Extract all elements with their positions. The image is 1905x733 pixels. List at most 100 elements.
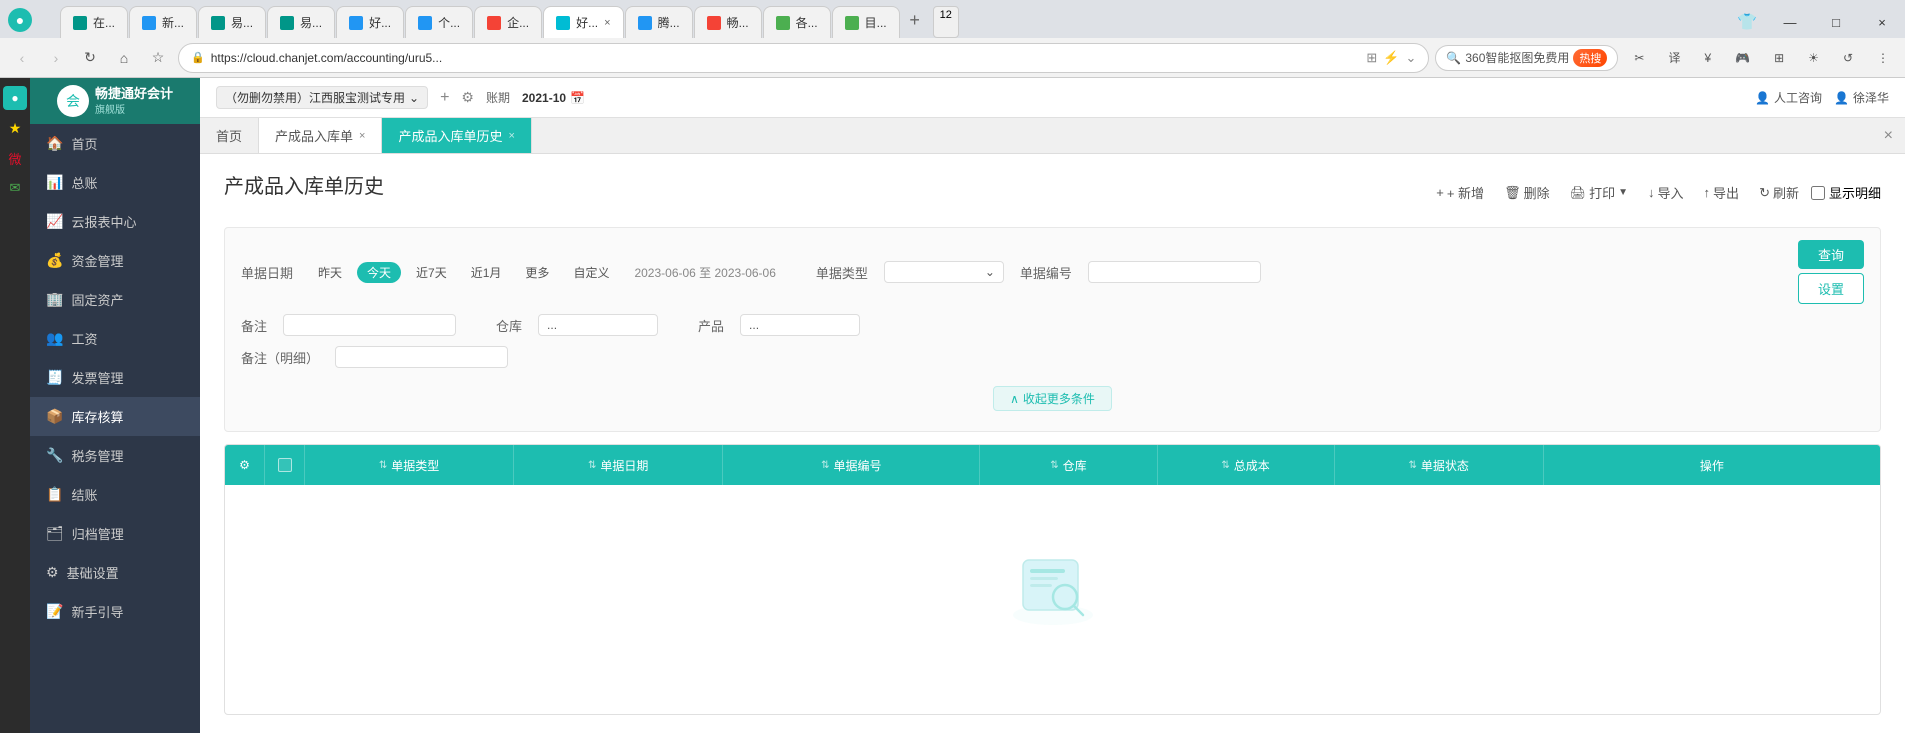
nav-item-guide[interactable]: 📝 新手引导 — [30, 592, 200, 631]
nav-item-assets[interactable]: 🏢 固定资产 — [30, 280, 200, 319]
tab-3[interactable]: 易... — [198, 6, 266, 38]
date-7days-btn[interactable]: 近7天 — [407, 261, 456, 284]
product-select[interactable]: ... — [740, 314, 860, 336]
nav-item-reports[interactable]: 📈 云报表中心 — [30, 202, 200, 241]
collapse-filter-btn[interactable]: ∧ 收起更多条件 — [993, 386, 1112, 411]
add-btn[interactable]: + + 新增 — [1428, 180, 1492, 205]
more-btn[interactable]: ⋮ — [1869, 49, 1897, 67]
doc-type-select[interactable]: ⌄ — [884, 261, 1004, 283]
show-fields-checkbox[interactable] — [1811, 186, 1825, 200]
maximize-button[interactable]: □ — [1813, 6, 1859, 38]
icon-sidebar-mail[interactable]: ✉ — [3, 176, 27, 200]
th-warehouse[interactable]: ⇅ 仓库 — [980, 445, 1157, 485]
tab-4[interactable]: 易... — [267, 6, 335, 38]
export-btn[interactable]: ↑ 导出 — [1696, 180, 1748, 205]
setting-button[interactable]: 设置 — [1798, 273, 1864, 304]
url-dropdown-icon[interactable]: ⌄ — [1406, 50, 1417, 66]
company-selector[interactable]: （勿删勿禁用）江西服宝测试专用 ⌄ — [216, 86, 428, 109]
date-today-btn[interactable]: 今天 — [357, 262, 401, 283]
date-month-btn[interactable]: 近1月 — [462, 261, 511, 284]
breadcrumb-tab1-close[interactable]: × — [359, 130, 365, 142]
th-doc-date[interactable]: ⇅ 单据日期 — [514, 445, 723, 485]
tab-10[interactable]: 畅... — [694, 6, 762, 38]
breadcrumb-tab-1[interactable]: 产成品入库单 × — [259, 118, 382, 153]
tab-12[interactable]: 目... — [832, 6, 900, 38]
detail-remark-input[interactable] — [335, 346, 508, 368]
date-custom-btn[interactable]: 自定义 — [564, 261, 618, 284]
print-btn[interactable]: 🖨 打印 ▼ — [1562, 180, 1636, 205]
nav-item-inventory[interactable]: 📦 库存核算 — [30, 397, 200, 436]
empty-illustration — [1003, 545, 1103, 654]
undo-btn[interactable]: ↺ — [1835, 49, 1861, 67]
nav-item-ledger[interactable]: 📊 总账 — [30, 163, 200, 202]
yuan-btn[interactable]: ¥ — [1696, 49, 1719, 67]
th-gear[interactable]: ⚙ — [225, 445, 265, 485]
sun-btn[interactable]: ☀ — [1800, 49, 1827, 67]
game-btn[interactable]: 🎮 — [1727, 49, 1758, 67]
nav-item-close-period[interactable]: 📋 结账 — [30, 475, 200, 514]
nav-item-tax[interactable]: 🔧 税务管理 — [30, 436, 200, 475]
table-header: ⚙ ⇅ 单据类型 ⇅ 单据日期 ⇅ 单据编号 — [225, 445, 1880, 485]
translate-btn[interactable]: 译 — [1660, 47, 1688, 68]
tab-11[interactable]: 各... — [763, 6, 831, 38]
doc-no-input[interactable] — [1088, 261, 1261, 283]
breadcrumb-tab-2[interactable]: 产成品入库单历史 × — [382, 118, 531, 153]
filter-row-3: 备注（明细） — [241, 346, 1864, 368]
add-company-btn[interactable]: + — [440, 89, 449, 107]
nav-item-funds[interactable]: 💰 资金管理 — [30, 241, 200, 280]
warehouse-select[interactable]: ... — [538, 314, 658, 336]
th-doc-status[interactable]: ⇅ 单据状态 — [1335, 445, 1544, 485]
select-all-checkbox[interactable] — [278, 458, 292, 472]
url-bar[interactable]: 🔒 https://cloud.chanjet.com/accounting/u… — [178, 43, 1429, 73]
tab-6[interactable]: 个... — [405, 6, 473, 38]
date-more-btn[interactable]: 更多 — [516, 261, 558, 284]
home-button[interactable]: ⌂ — [110, 44, 138, 72]
nav-item-home[interactable]: 🏠 首页 — [30, 124, 200, 163]
scissor-btn[interactable]: ✂ — [1626, 49, 1652, 67]
search-box[interactable]: 🔍 360智能抠图免费用 热搜 — [1435, 45, 1618, 71]
nav-item-invoice[interactable]: 🧾 发票管理 — [30, 358, 200, 397]
tab-7[interactable]: 企... — [474, 6, 542, 38]
breadcrumb-tab2-close[interactable]: × — [508, 130, 514, 142]
delete-btn[interactable]: 🗑 删除 — [1496, 180, 1558, 205]
bookmark-button[interactable]: ☆ — [144, 44, 172, 72]
minimize-button[interactable]: — — [1767, 6, 1813, 38]
th-checkbox[interactable] — [265, 445, 305, 485]
show-fields-toggle[interactable]: 显示明细 — [1811, 183, 1881, 202]
user-info[interactable]: 👤 徐泽华 — [1834, 89, 1889, 106]
tab-title-9: 腾... — [658, 14, 680, 31]
query-button[interactable]: 查询 — [1798, 240, 1864, 269]
refresh-btn[interactable]: ↻ 刷新 — [1751, 180, 1807, 205]
nav-item-payroll[interactable]: 👥 工资 — [30, 319, 200, 358]
import-btn[interactable]: ↓ 导入 — [1640, 180, 1692, 205]
tab-8[interactable]: 好... × — [543, 6, 623, 38]
new-tab-button[interactable]: + — [901, 6, 929, 34]
remark-input[interactable] — [283, 314, 456, 336]
refresh-button[interactable]: ↻ — [76, 44, 104, 72]
ai-consult-btn[interactable]: 👤 人工咨询 — [1755, 89, 1822, 106]
back-button[interactable]: ‹ — [8, 44, 36, 72]
company-settings-btn[interactable]: ⚙ — [461, 89, 474, 106]
date-yesterday-btn[interactable]: 昨天 — [309, 261, 351, 284]
tab-9[interactable]: 腾... — [625, 6, 693, 38]
tab-5[interactable]: 好... — [336, 6, 404, 38]
th-doc-type[interactable]: ⇅ 单据类型 — [305, 445, 514, 485]
shirt-icon[interactable]: 👕 — [1727, 6, 1767, 38]
grid-btn[interactable]: ⊞ — [1766, 49, 1792, 67]
tab-favicon-7 — [487, 16, 501, 30]
nav-item-archive[interactable]: 🗂 归档管理 — [30, 514, 200, 553]
forward-button[interactable]: › — [42, 44, 70, 72]
close-button[interactable]: × — [1859, 6, 1905, 38]
breadcrumb-home[interactable]: 首页 — [200, 118, 259, 153]
nav-item-settings[interactable]: ⚙ 基础设置 — [30, 553, 200, 592]
th-total-cost[interactable]: ⇅ 总成本 — [1158, 445, 1335, 485]
th-doc-no[interactable]: ⇅ 单据编号 — [723, 445, 980, 485]
close-period-nav-icon: 📋 — [46, 486, 63, 503]
main-panel-close-btn[interactable]: × — [1872, 118, 1905, 153]
icon-sidebar-star[interactable]: ★ — [3, 116, 27, 140]
tab-1[interactable]: 在... — [60, 6, 128, 38]
icon-sidebar-logo[interactable]: ● — [3, 86, 27, 110]
tab-close-8[interactable]: × — [604, 17, 610, 29]
icon-sidebar-weibo[interactable]: 微 — [3, 146, 27, 170]
tab-2[interactable]: 新... — [129, 6, 197, 38]
